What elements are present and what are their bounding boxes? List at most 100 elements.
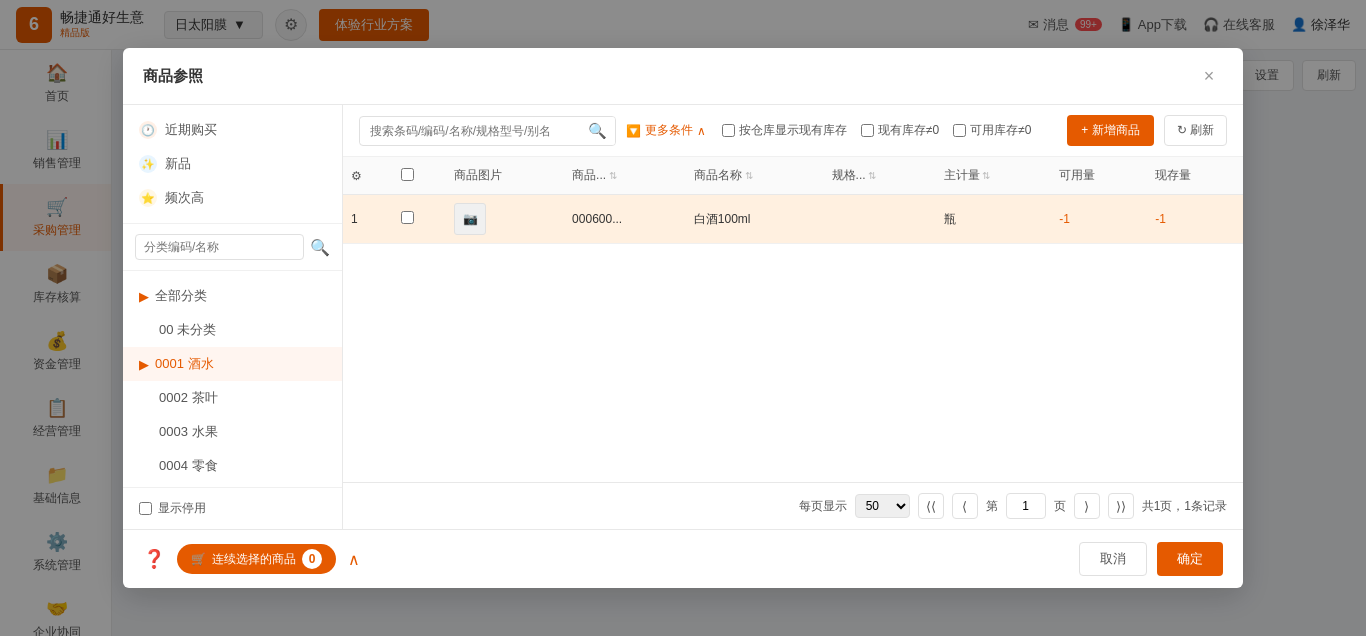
show-disabled-checkbox[interactable] — [139, 502, 152, 515]
category-label-fruit: 0003 水果 — [159, 423, 218, 441]
collapse-up-icon[interactable]: ∧ — [348, 550, 360, 569]
nonzero-stock-checkbox[interactable] — [861, 124, 874, 137]
available-nonzero-label: 可用库存≠0 — [970, 122, 1031, 139]
category-unclassified[interactable]: 00 未分类 — [123, 313, 342, 347]
per-page-select[interactable]: 50 10 20 100 — [855, 494, 910, 518]
new-icon: ✨ — [139, 155, 157, 173]
row-image-cell: 📷 — [446, 195, 564, 244]
left-panel: 🕐 近期购买 ✨ 新品 ⭐ 频次高 🔍 ▶ — [123, 105, 343, 529]
row-index: 1 — [343, 195, 393, 244]
per-page-label: 每页显示 — [799, 498, 847, 515]
product-table: ⚙ 商品图片 商品... 商品名称 规格... 主计量 可用量 现存量 — [343, 157, 1243, 244]
page-total: 共1页，1条记录 — [1142, 498, 1227, 515]
row-spec — [824, 195, 936, 244]
product-search-wrap: 🔍 — [359, 116, 616, 146]
prev-page-btn[interactable]: ⟨ — [952, 493, 978, 519]
category-label-tea: 0002 茶叶 — [159, 389, 218, 407]
modal-body: 🕐 近期购买 ✨ 新品 ⭐ 频次高 🔍 ▶ — [123, 105, 1243, 529]
cart-icon: 🛒 — [191, 552, 206, 566]
col-unit[interactable]: 主计量 — [936, 157, 1052, 195]
modal-title: 商品参照 — [143, 67, 203, 86]
cart-count: 0 — [302, 549, 322, 569]
nonzero-stock-checkbox-label[interactable]: 现有库存≠0 — [861, 122, 939, 139]
product-thumbnail: 📷 — [454, 203, 486, 235]
help-icon[interactable]: ❓ — [143, 548, 165, 570]
show-disabled-area: 显示停用 — [123, 487, 342, 529]
add-product-button[interactable]: + 新增商品 — [1067, 115, 1153, 146]
recent-icon: 🕐 — [139, 121, 157, 139]
footer-left: ❓ 🛒 连续选择的商品 0 ∧ — [143, 544, 360, 574]
warehouse-stock-checkbox[interactable] — [722, 124, 735, 137]
category-search-icon[interactable]: 🔍 — [310, 238, 330, 257]
row-checkbox-cell — [393, 195, 446, 244]
category-arrow-liquor: ▶ — [139, 357, 149, 372]
row-checkbox[interactable] — [401, 211, 414, 224]
cart-label: 连续选择的商品 — [212, 551, 296, 568]
right-panel: 🔍 🔽 更多条件 ∧ 按仓库显示现有库存 现有库存≠0 — [343, 105, 1243, 529]
category-snack[interactable]: 0004 零食 — [123, 449, 342, 483]
pagination: 每页显示 50 10 20 100 ⟨⟨ ⟨ 第 页 ⟩ ⟩⟩ 共1页，1条记录 — [343, 482, 1243, 529]
next-page-btn[interactable]: ⟩ — [1074, 493, 1100, 519]
category-search-area: 🔍 — [123, 224, 342, 271]
warehouse-stock-label: 按仓库显示现有库存 — [739, 122, 847, 139]
col-image: 商品图片 — [446, 157, 564, 195]
row-stock: -1 — [1147, 195, 1243, 244]
category-label-uncls: 00 未分类 — [159, 321, 216, 339]
quick-new-label: 新品 — [165, 155, 191, 173]
product-search-btn[interactable]: 🔍 — [580, 117, 615, 145]
select-all-checkbox[interactable] — [401, 168, 414, 181]
filter-label: 更多条件 — [645, 122, 693, 139]
first-page-btn[interactable]: ⟨⟨ — [918, 493, 944, 519]
table-row[interactable]: 1 📷 000600... 白酒100ml 瓶 -1 — [343, 195, 1243, 244]
quick-recent-label: 近期购买 — [165, 121, 217, 139]
nonzero-stock-label: 现有库存≠0 — [878, 122, 939, 139]
modal-footer: ❓ 🛒 连续选择的商品 0 ∧ 取消 确定 — [123, 529, 1243, 588]
category-fruit[interactable]: 0003 水果 — [123, 415, 342, 449]
category-all[interactable]: ▶ 全部分类 — [123, 279, 342, 313]
col-spec[interactable]: 规格... — [824, 157, 936, 195]
filter-arrow-icon: ∧ — [697, 124, 706, 138]
product-toolbar: 🔍 🔽 更多条件 ∧ 按仓库显示现有库存 现有库存≠0 — [343, 105, 1243, 157]
quick-frequent-label: 频次高 — [165, 189, 204, 207]
category-label-liquor: 0001 酒水 — [155, 355, 214, 373]
page-input[interactable] — [1006, 493, 1046, 519]
col-settings[interactable]: ⚙ — [343, 157, 393, 195]
cart-button[interactable]: 🛒 连续选择的商品 0 — [177, 544, 336, 574]
product-search-input[interactable] — [360, 119, 580, 143]
show-disabled-label: 显示停用 — [158, 500, 206, 517]
modal-header: 商品参照 × — [123, 48, 1243, 105]
confirm-button[interactable]: 确定 — [1157, 542, 1223, 576]
available-nonzero-checkbox[interactable] — [953, 124, 966, 137]
row-name: 白酒100ml — [686, 195, 824, 244]
filter-icon: 🔽 — [626, 124, 641, 138]
page-label: 第 — [986, 498, 998, 515]
footer-right: 取消 确定 — [1079, 542, 1223, 576]
row-unit: 瓶 — [936, 195, 1052, 244]
category-liquor[interactable]: ▶ 0001 酒水 — [123, 347, 342, 381]
last-page-btn[interactable]: ⟩⟩ — [1108, 493, 1134, 519]
modal-close-button[interactable]: × — [1195, 62, 1223, 90]
col-checkbox — [393, 157, 446, 195]
quick-frequent[interactable]: ⭐ 频次高 — [123, 181, 342, 215]
category-label-snack: 0004 零食 — [159, 457, 218, 475]
cancel-button[interactable]: 取消 — [1079, 542, 1147, 576]
page-suffix: 页 — [1054, 498, 1066, 515]
product-reference-modal: 商品参照 × 🕐 近期购买 ✨ 新品 ⭐ 频次高 — [123, 48, 1243, 588]
col-code[interactable]: 商品... — [564, 157, 686, 195]
col-name[interactable]: 商品名称 — [686, 157, 824, 195]
row-available: -1 — [1051, 195, 1147, 244]
warehouse-stock-checkbox-label[interactable]: 按仓库显示现有库存 — [722, 122, 847, 139]
filter-checkboxes: 按仓库显示现有库存 现有库存≠0 可用库存≠0 — [722, 122, 1032, 139]
product-table-wrap: ⚙ 商品图片 商品... 商品名称 规格... 主计量 可用量 现存量 — [343, 157, 1243, 482]
quick-new[interactable]: ✨ 新品 — [123, 147, 342, 181]
category-search-input[interactable] — [135, 234, 304, 260]
more-filter-btn[interactable]: 🔽 更多条件 ∧ — [626, 122, 706, 139]
col-available: 可用量 — [1051, 157, 1147, 195]
quick-filters: 🕐 近期购买 ✨ 新品 ⭐ 频次高 — [123, 105, 342, 224]
category-tea[interactable]: 0002 茶叶 — [123, 381, 342, 415]
available-nonzero-checkbox-label[interactable]: 可用库存≠0 — [953, 122, 1031, 139]
category-arrow-all: ▶ — [139, 289, 149, 304]
category-tree: ▶ 全部分类 00 未分类 ▶ 0001 酒水 0002 茶叶 000 — [123, 271, 342, 487]
quick-recent[interactable]: 🕐 近期购买 — [123, 113, 342, 147]
refresh-product-button[interactable]: ↻ 刷新 — [1164, 115, 1227, 146]
